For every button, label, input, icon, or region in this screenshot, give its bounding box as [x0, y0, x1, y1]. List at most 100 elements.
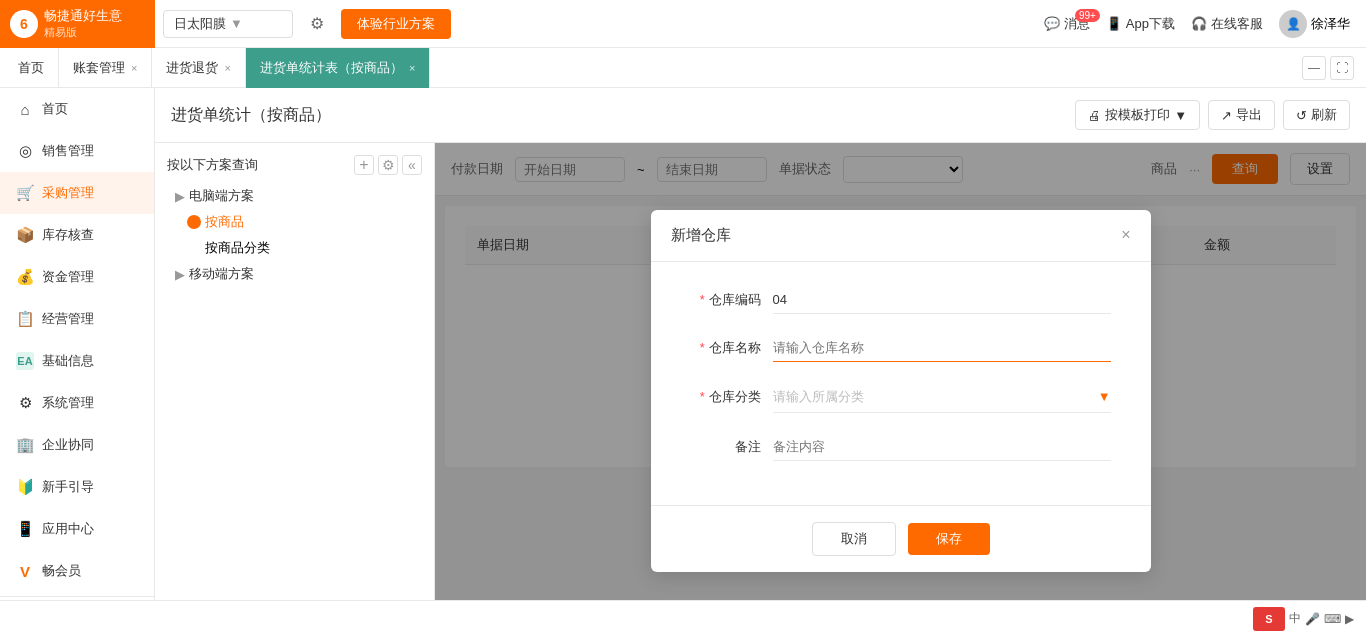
sidebar-guide-label: 新手引导: [42, 478, 94, 496]
online-service-item[interactable]: 🎧 在线客服: [1191, 15, 1263, 33]
inventory-icon: 📦: [16, 226, 34, 244]
tab-account-close[interactable]: ×: [131, 62, 137, 74]
category-placeholder: 请输入所属分类: [773, 388, 864, 406]
print-label: 按模板打印: [1105, 106, 1170, 124]
tab-purchase-stats-close[interactable]: ×: [409, 62, 415, 74]
code-label: 仓库编码: [691, 291, 761, 309]
finance-icon: 💰: [16, 268, 34, 286]
business-icon: 📋: [16, 310, 34, 328]
enterprise-icon: 🏢: [16, 436, 34, 454]
scheme-by-goods[interactable]: 按商品: [167, 209, 422, 235]
sidebar-item-finance[interactable]: 💰 资金管理: [0, 256, 154, 298]
export-button[interactable]: ↗ 导出: [1208, 100, 1275, 130]
store-selector[interactable]: 日太阳膜 ▼: [163, 10, 293, 38]
sidebar-basic-label: 基础信息: [42, 352, 94, 370]
save-button[interactable]: 保存: [908, 523, 990, 555]
phone-icon: 📱: [1106, 16, 1122, 31]
tab-home-label: 首页: [18, 59, 44, 77]
chevron-down-icon: ▼: [230, 16, 243, 31]
sidebar-item-basic[interactable]: EA 基础信息: [0, 340, 154, 382]
scheme-gear-icon[interactable]: ⚙: [378, 155, 398, 175]
logo-title: 畅捷通好生意: [44, 8, 122, 25]
purchase-icon: 🛒: [16, 184, 34, 202]
pc-scheme-label: 电脑端方案: [189, 187, 254, 205]
sales-icon: ◎: [16, 142, 34, 160]
app-icon: 📱: [16, 520, 34, 538]
tab-account-label: 账套管理: [73, 59, 125, 77]
note-label: 备注: [691, 438, 761, 456]
add-scheme-icon[interactable]: +: [354, 155, 374, 175]
print-button[interactable]: 🖨 按模板打印 ▼: [1075, 100, 1200, 130]
sidebar: ⌂ 首页 ◎ 销售管理 🛒 采购管理 📦 库存核查 💰 资金管理 📋 经营管理 …: [0, 88, 155, 636]
dialog-footer: 取消 保存: [651, 505, 1151, 572]
cancel-button[interactable]: 取消: [812, 522, 896, 556]
name-input[interactable]: [773, 334, 1111, 362]
logo-area: 6 畅捷通好生意 精易版: [0, 0, 155, 48]
arrow-right-icon2: ▶: [175, 267, 185, 282]
home-icon: ⌂: [16, 100, 34, 118]
export-icon: ↗: [1221, 108, 1232, 123]
member-icon: V: [16, 562, 34, 580]
dialog-header: 新增仓库 ×: [651, 210, 1151, 262]
form-row-name: 仓库名称: [691, 334, 1111, 362]
bottom-keyboard-icon: ⌨: [1324, 612, 1341, 626]
settings-icon[interactable]: ⚙: [301, 8, 333, 40]
sidebar-item-inventory[interactable]: 📦 库存核查: [0, 214, 154, 256]
sidebar-sales-label: 销售管理: [42, 142, 94, 160]
user-avatar-area[interactable]: 👤 徐泽华: [1279, 10, 1350, 38]
category-select[interactable]: 请输入所属分类 ▼: [773, 382, 1111, 413]
guide-icon: 🔰: [16, 478, 34, 496]
arrow-right-icon: ▶: [175, 189, 185, 204]
refresh-button[interactable]: ↺ 刷新: [1283, 100, 1350, 130]
brand-s-icon: S: [1253, 607, 1285, 631]
form-row-code: 仓库编码: [691, 286, 1111, 314]
sidebar-finance-label: 资金管理: [42, 268, 94, 286]
system-icon: ⚙: [16, 394, 34, 412]
new-warehouse-dialog: 新增仓库 × 仓库编码 仓库名称: [651, 210, 1151, 572]
scheme-category-label: 按商品分类: [205, 239, 270, 257]
dialog-overlay: 新增仓库 × 仓库编码 仓库名称: [435, 143, 1366, 636]
tab-minimize-btn[interactable]: —: [1302, 56, 1326, 80]
goods-category-icon: [187, 241, 201, 255]
logo-icon: 6: [10, 10, 38, 38]
sidebar-item-system[interactable]: ⚙ 系统管理: [0, 382, 154, 424]
scheme-by-category[interactable]: 按商品分类: [167, 235, 422, 261]
collapse-icon[interactable]: «: [402, 155, 422, 175]
dialog-close-icon[interactable]: ×: [1121, 226, 1130, 244]
page-title: 进货单统计（按商品）: [171, 105, 331, 126]
sidebar-item-enterprise[interactable]: 🏢 企业协同: [0, 424, 154, 466]
headset-icon: 🎧: [1191, 16, 1207, 31]
app-download-item[interactable]: 📱 App下载: [1106, 15, 1175, 33]
dialog-body: 仓库编码 仓库名称 仓库分类: [651, 262, 1151, 505]
messages-item[interactable]: 💬 消息 99+: [1044, 15, 1090, 33]
store-name: 日太阳膜: [174, 15, 226, 33]
bottom-mic-icon: 🎤: [1305, 612, 1320, 626]
tab-home[interactable]: 首页: [4, 48, 59, 88]
tab-purchase-return[interactable]: 进货退货 ×: [152, 48, 245, 88]
tab-purchase-stats[interactable]: 进货单统计表（按商品） ×: [246, 48, 430, 88]
printer-icon: 🖨: [1088, 108, 1101, 123]
print-dropdown-icon: ▼: [1174, 108, 1187, 123]
mobile-scheme-label: 移动端方案: [189, 265, 254, 283]
sidebar-item-purchase[interactable]: 🛒 采购管理: [0, 172, 154, 214]
tab-maximize-btn[interactable]: ⛶: [1330, 56, 1354, 80]
message-badge: 99+: [1075, 9, 1100, 22]
category-dropdown-icon: ▼: [1098, 389, 1111, 404]
scheme-goods-label: 按商品: [205, 213, 244, 231]
sidebar-item-app[interactable]: 📱 应用中心: [0, 508, 154, 550]
category-label: 仓库分类: [691, 388, 761, 406]
pc-scheme[interactable]: ▶ 电脑端方案: [167, 183, 422, 209]
mobile-scheme[interactable]: ▶ 移动端方案: [167, 261, 422, 287]
sidebar-item-sales[interactable]: ◎ 销售管理: [0, 130, 154, 172]
note-input[interactable]: [773, 433, 1111, 461]
experience-button[interactable]: 体验行业方案: [341, 9, 451, 39]
code-input[interactable]: [773, 286, 1111, 314]
sidebar-item-member[interactable]: V 畅会员: [0, 550, 154, 592]
active-indicator: [187, 215, 201, 229]
sidebar-item-guide[interactable]: 🔰 新手引导: [0, 466, 154, 508]
sidebar-item-home[interactable]: ⌂ 首页: [0, 88, 154, 130]
bottom-bar: S 中 🎤 ⌨ ▶: [0, 600, 1366, 636]
tab-purchase-return-close[interactable]: ×: [224, 62, 230, 74]
tab-account[interactable]: 账套管理 ×: [59, 48, 152, 88]
sidebar-item-business[interactable]: 📋 经营管理: [0, 298, 154, 340]
